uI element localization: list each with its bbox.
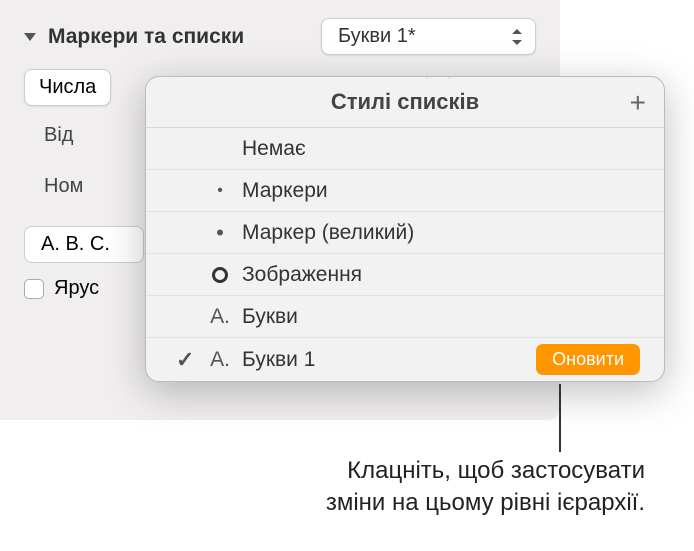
style-item-letters[interactable]: A. Букви — [146, 296, 664, 338]
letter-marker: A. — [202, 348, 238, 372]
style-list: Немає • Маркери • Маркер (великий) Зобра… — [146, 128, 664, 381]
bullets-lists-header-row: Маркери та списки Букви 1* — [24, 18, 536, 55]
style-label: Немає — [238, 137, 646, 161]
callout-line1: Клацніть, щоб застосувати — [347, 457, 645, 484]
bullet-big-icon: • — [202, 220, 238, 246]
popover-title: Стилі списків — [331, 89, 479, 115]
callout-line2: зміни на цьому рівні ієрархії. — [326, 489, 645, 516]
add-style-button[interactable]: + — [630, 87, 646, 119]
callout-text: Клацніть, щоб застосувати зміни на цьому… — [125, 455, 645, 520]
circle-icon — [202, 267, 238, 283]
style-label: Маркер (великий) — [238, 221, 646, 245]
tier-label: Ярус — [54, 277, 99, 300]
bullet-small-icon: • — [202, 182, 238, 200]
style-item-bullets[interactable]: • Маркери — [146, 170, 664, 212]
bullets-lists-label: Маркери та списки — [48, 25, 244, 49]
list-style-select[interactable]: Букви 1* — [321, 18, 536, 55]
chevron-updown-icon — [511, 29, 523, 45]
update-button[interactable]: Оновити — [536, 344, 640, 375]
disclosure-triangle-icon[interactable] — [24, 33, 36, 41]
numbers-label: Числа — [39, 76, 96, 98]
tier-checkbox[interactable] — [24, 279, 44, 299]
letter-marker: A. — [202, 305, 238, 329]
callout-leader-line — [559, 384, 561, 452]
style-item-letters-1[interactable]: ✓ A. Букви 1 Оновити — [146, 338, 664, 381]
style-label: Букви — [238, 305, 646, 329]
checkmark-icon: ✓ — [176, 347, 194, 373]
style-label: Букви 1 — [238, 348, 536, 372]
numbers-pill[interactable]: Числа — [24, 69, 111, 106]
format-pill[interactable]: A. B. C. — [24, 226, 144, 263]
format-value: A. B. C. — [41, 233, 110, 255]
style-item-image[interactable]: Зображення — [146, 254, 664, 296]
list-styles-popover: Стилі списків + Немає • Маркери • Маркер… — [145, 76, 665, 382]
style-item-none[interactable]: Немає — [146, 128, 664, 170]
style-label: Маркери — [238, 179, 646, 203]
popover-header: Стилі списків + — [146, 77, 664, 128]
list-style-value: Букви 1* — [338, 25, 416, 47]
style-label: Зображення — [238, 263, 646, 287]
style-item-bullets-big[interactable]: • Маркер (великий) — [146, 212, 664, 254]
